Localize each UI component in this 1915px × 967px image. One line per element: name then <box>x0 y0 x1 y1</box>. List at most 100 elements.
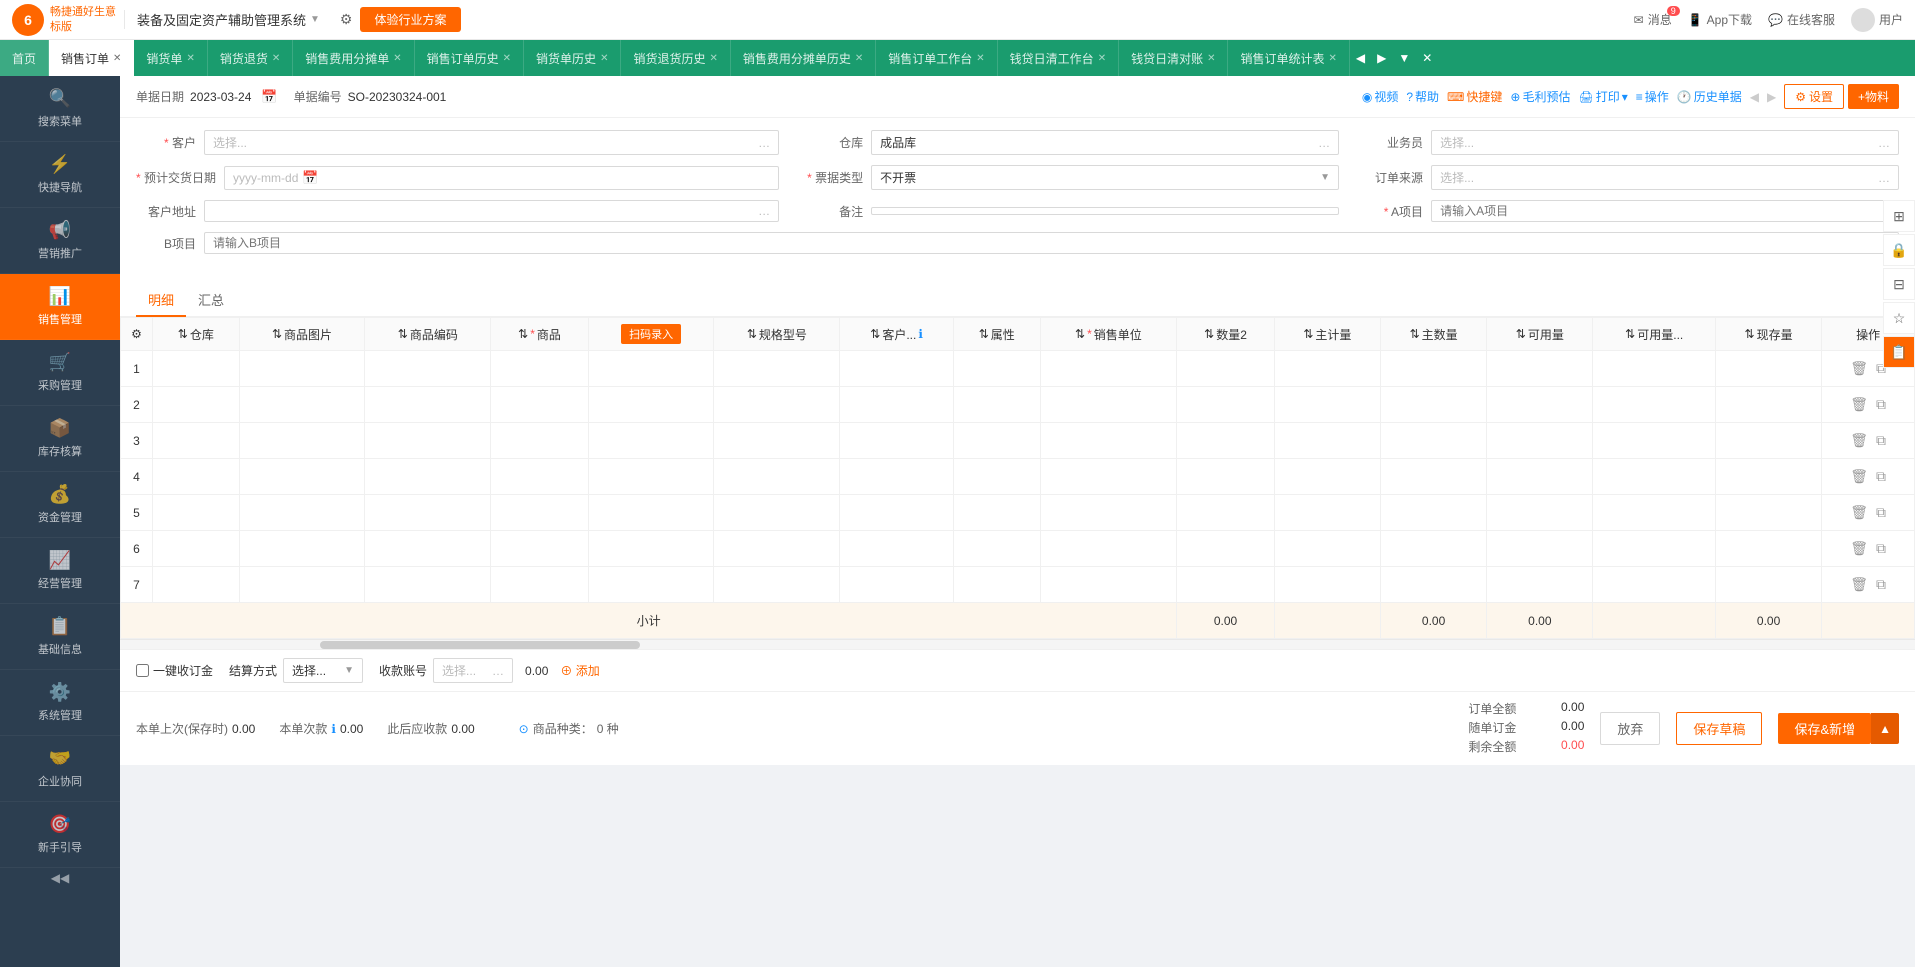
b-project-input[interactable] <box>204 232 1899 254</box>
cell-product[interactable] <box>491 351 589 387</box>
th-qty2[interactable]: ⇅数量2 <box>1177 318 1275 351</box>
a-project-input[interactable] <box>1431 200 1899 222</box>
quick-btn-4[interactable]: ☆ <box>1883 302 1915 334</box>
save-new-dropdown-button[interactable]: ▲ <box>1871 713 1899 744</box>
gear-icon[interactable]: ⚙ <box>340 11 353 28</box>
sidebar-collapse-btn[interactable]: ◀◀ <box>0 868 120 888</box>
customer-input[interactable]: 选择... … <box>204 130 779 155</box>
nav-next-arrow[interactable]: ▶ <box>1371 51 1392 65</box>
delete-row-button[interactable]: 🗑 <box>1848 466 1870 487</box>
sidebar-item-inventory[interactable]: 📦 库存核算 <box>0 406 120 472</box>
sidebar-item-sales[interactable]: 📊 销售管理 <box>0 274 120 340</box>
discard-button[interactable]: 放弃 <box>1600 712 1660 745</box>
th-spec[interactable]: ⇅规格型号 <box>714 318 840 351</box>
tab-close-icon[interactable]: ✕ <box>976 53 984 64</box>
payment-method-select[interactable]: 选择... ▼ <box>283 658 363 683</box>
th-product[interactable]: ⇅*商品 <box>491 318 589 351</box>
warehouse-input[interactable]: 成品库 … <box>871 130 1339 155</box>
tab-sales-invoice-history[interactable]: 销货单历史 ✕ <box>524 40 621 76</box>
help-link[interactable]: ? 帮助 <box>1406 88 1439 105</box>
tab-home[interactable]: 首页 <box>0 40 49 76</box>
delete-row-button[interactable]: 🗑 <box>1848 394 1870 415</box>
th-warehouse[interactable]: ⇅仓库 <box>153 318 240 351</box>
delete-row-button[interactable]: 🗑 <box>1848 574 1870 595</box>
tab-sales-return[interactable]: 销货退货 ✕ <box>208 40 293 76</box>
tab-close-icon[interactable]: ✕ <box>1098 53 1106 64</box>
th-attribute[interactable]: ⇅属性 <box>953 318 1040 351</box>
nav-close-icon[interactable]: ✕ <box>1416 51 1438 65</box>
delete-row-button[interactable]: 🗑 <box>1848 358 1870 379</box>
tab-detail[interactable]: 明细 <box>136 284 186 317</box>
sidebar-item-marketing[interactable]: 📢 营销推广 <box>0 208 120 274</box>
tab-close-icon[interactable]: ✕ <box>393 53 401 64</box>
copy-row-button[interactable]: ⧉ <box>1874 466 1888 487</box>
sidebar-item-operations[interactable]: 📈 经营管理 <box>0 538 120 604</box>
tab-close-icon[interactable]: ✕ <box>709 53 717 64</box>
th-code[interactable]: ⇅商品编码 <box>365 318 491 351</box>
tab-credit-daily-reconcile[interactable]: 钱贷日清对账 ✕ <box>1119 40 1228 76</box>
shortcut-link[interactable]: ⌨ 快捷键 <box>1447 88 1502 105</box>
invoice-type-select[interactable]: 不开票 ▼ <box>871 165 1339 190</box>
settings-button[interactable]: ⚙ 设置 <box>1784 84 1844 109</box>
delete-row-button[interactable]: 🗑 <box>1848 502 1870 523</box>
calendar-icon[interactable]: 📅 <box>261 89 277 105</box>
copy-row-button[interactable]: ⧉ <box>1874 394 1888 415</box>
operate-link[interactable]: ≡ 操作 <box>1636 88 1669 105</box>
th-main-qty[interactable]: ⇅主数量 <box>1381 318 1487 351</box>
view-link[interactable]: ◉ 视频 <box>1362 88 1399 105</box>
tab-close-icon[interactable]: ✕ <box>600 53 608 64</box>
order-source-input[interactable]: 选择... … <box>1431 165 1899 190</box>
copy-row-button[interactable]: ⧉ <box>1874 538 1888 559</box>
tab-sales-order-history[interactable]: 销售订单历史 ✕ <box>415 40 524 76</box>
tab-close-icon[interactable]: ✕ <box>113 53 121 64</box>
message-button[interactable]: ✉ 9 消息 <box>1634 11 1672 28</box>
copy-row-button[interactable]: ⧉ <box>1874 574 1888 595</box>
cell-warehouse[interactable] <box>153 351 240 387</box>
system-title[interactable]: 装备及固定资产辅助管理系统 ▼ <box>124 10 332 29</box>
user-menu[interactable]: 用户 <box>1851 8 1903 32</box>
profit-link[interactable]: ⊕ 毛利预估 <box>1510 88 1570 105</box>
save-new-button[interactable]: 保存&新增 <box>1778 713 1871 744</box>
cell-customer-code[interactable] <box>840 351 954 387</box>
delete-row-button[interactable]: 🗑 <box>1848 538 1870 559</box>
cell-attribute[interactable] <box>953 351 1040 387</box>
sidebar-item-search[interactable]: 🔍 搜索菜单 <box>0 76 120 142</box>
history-link[interactable]: 🕐 历史单据 <box>1677 88 1742 105</box>
cell-sales-unit[interactable] <box>1040 351 1177 387</box>
cell-qty2[interactable] <box>1177 351 1275 387</box>
sidebar-item-guide[interactable]: 🎯 新手引导 <box>0 802 120 868</box>
sidebar-item-basic-info[interactable]: 📋 基础信息 <box>0 604 120 670</box>
quick-btn-2[interactable]: 🔒 <box>1883 234 1915 266</box>
tab-close-icon[interactable]: ✕ <box>1207 53 1215 64</box>
tab-close-icon[interactable]: ✕ <box>272 53 280 64</box>
tab-sales-order[interactable]: 销售订单 ✕ <box>49 40 134 76</box>
th-available2[interactable]: ⇅可用量... <box>1593 318 1716 351</box>
nav-prev-arrow[interactable]: ◀ <box>1350 51 1371 65</box>
copy-row-button[interactable]: ⧉ <box>1874 502 1888 523</box>
tab-sales-expense-history[interactable]: 销售费用分摊单历史 ✕ <box>731 40 876 76</box>
copy-row-button[interactable]: ⧉ <box>1874 430 1888 451</box>
quick-btn-1[interactable]: ⊞ <box>1883 200 1915 232</box>
quick-btn-5[interactable]: 📋 <box>1883 336 1915 368</box>
th-customer-code[interactable]: ⇅客户... ℹ <box>840 318 954 351</box>
online-service-button[interactable]: 💬 在线客服 <box>1768 11 1835 28</box>
tab-close-icon[interactable]: ✕ <box>1329 53 1337 64</box>
sidebar-item-system[interactable]: ⚙️ 系统管理 <box>0 670 120 736</box>
tab-close-icon[interactable]: ✕ <box>186 53 194 64</box>
scrollbar-thumb[interactable] <box>320 641 640 649</box>
tab-credit-daily-workbench[interactable]: 钱贷日清工作台 ✕ <box>998 40 1119 76</box>
add-product-button[interactable]: +物料 <box>1848 84 1899 109</box>
salesperson-input[interactable]: 选择... … <box>1431 130 1899 155</box>
horizontal-scrollbar[interactable] <box>120 639 1915 649</box>
cell-main-qty[interactable] <box>1381 351 1487 387</box>
tab-sales-invoice[interactable]: 销货单 ✕ <box>134 40 207 76</box>
tab-close-icon[interactable]: ✕ <box>855 53 863 64</box>
th-scan[interactable]: 扫码录入 <box>588 318 714 351</box>
sidebar-item-collab[interactable]: 🤝 企业协同 <box>0 736 120 802</box>
nav-expand-arrow[interactable]: ▼ <box>1392 51 1416 65</box>
delivery-input[interactable]: yyyy-mm-dd 📅 <box>224 166 779 190</box>
delete-row-button[interactable]: 🗑 <box>1848 430 1870 451</box>
quick-btn-3[interactable]: ⊟ <box>1883 268 1915 300</box>
th-image[interactable]: ⇅商品图片 <box>239 318 365 351</box>
cell-code[interactable] <box>365 351 491 387</box>
